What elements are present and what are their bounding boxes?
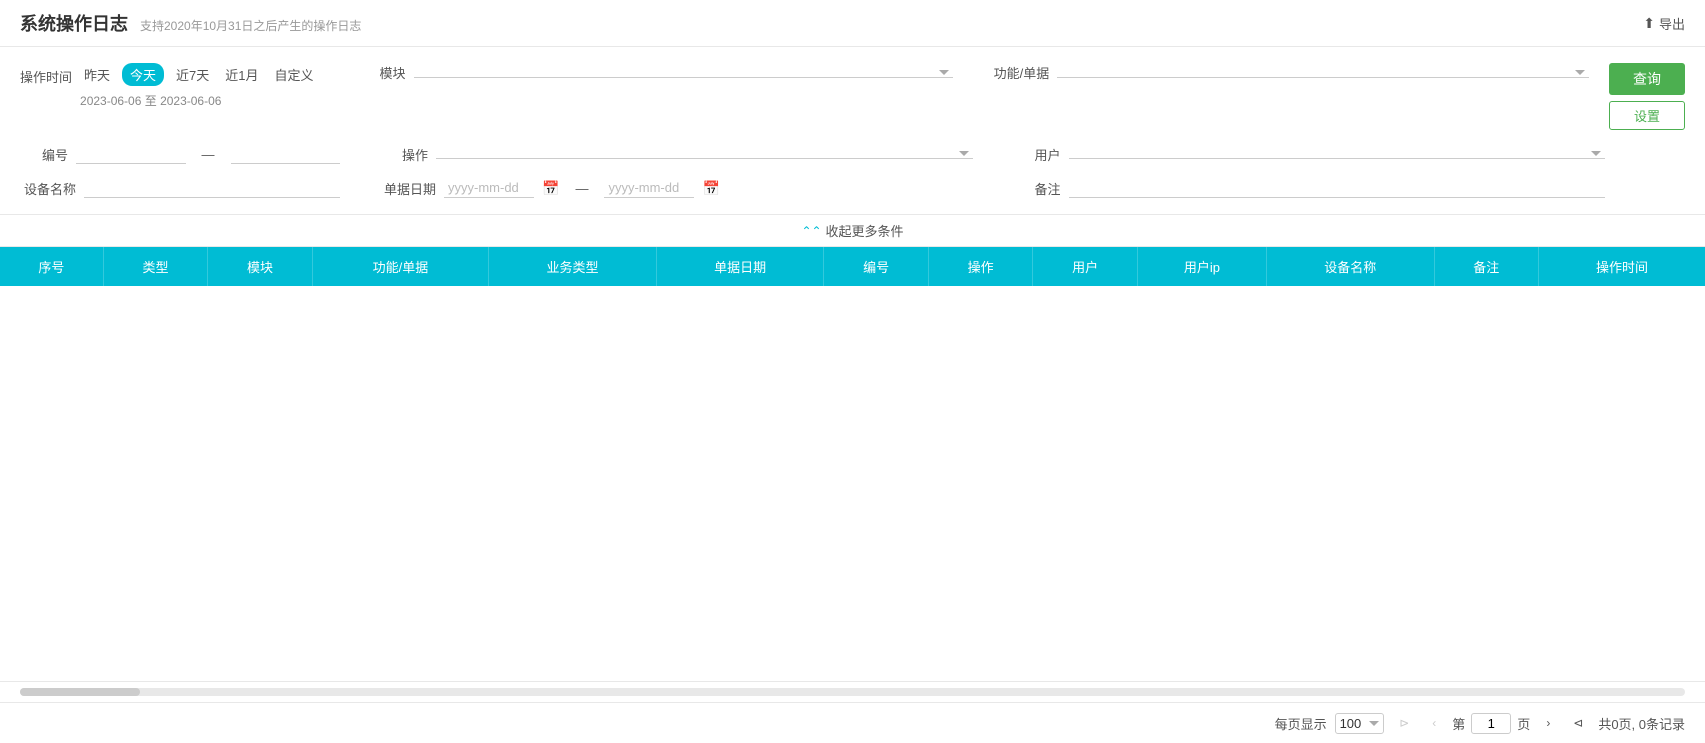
col-seq: 序号: [0, 247, 103, 286]
function-label: 功能/单据: [993, 63, 1049, 82]
operation-chevron-icon: [959, 151, 969, 156]
page-prev-button[interactable]: ‹: [1422, 711, 1446, 735]
export-icon: ⬆: [1643, 15, 1655, 32]
page-subtitle: 支持2020年10月31日之后产生的操作日志: [140, 17, 361, 34]
per-page-value: 100: [1340, 716, 1362, 731]
collapse-label: 收起更多条件: [826, 221, 904, 240]
col-type: 类型: [103, 247, 207, 286]
operation-select[interactable]: [436, 149, 973, 159]
date-to-input[interactable]: [604, 178, 694, 198]
col-voucher-date: 单据日期: [656, 247, 824, 286]
export-label: 导出: [1659, 14, 1685, 33]
per-page-chevron-icon: [1369, 721, 1379, 726]
page-last-button[interactable]: ⊲: [1566, 711, 1590, 735]
col-op-time: 操作时间: [1539, 247, 1705, 286]
code-separator: —: [202, 147, 215, 162]
function-chevron-icon: [1575, 70, 1585, 75]
col-device: 设备名称: [1266, 247, 1434, 286]
operation-label: 操作: [380, 145, 428, 164]
module-label: 模块: [358, 63, 406, 82]
settings-button[interactable]: 设置: [1609, 101, 1685, 130]
calendar-to-icon[interactable]: 📅: [702, 180, 719, 197]
col-biz-type: 业务类型: [489, 247, 657, 286]
col-remark: 备注: [1434, 247, 1538, 286]
time-label: 操作时间: [20, 67, 72, 86]
user-select[interactable]: [1069, 149, 1606, 159]
col-user: 用户: [1033, 247, 1137, 286]
per-page-select[interactable]: 100: [1335, 713, 1385, 734]
table-header-row: 序号 类型 模块 功能/单据 业务类型 单据日期 编号 操作 用户 用户ip 设…: [0, 247, 1705, 286]
export-button[interactable]: ⬆ 导出: [1643, 14, 1685, 33]
remark-label: 备注: [1013, 179, 1061, 198]
scrollbar-track[interactable]: [20, 688, 1685, 696]
time-option-7days[interactable]: 近7天: [172, 63, 213, 86]
query-button[interactable]: 查询: [1609, 63, 1685, 95]
page-next-button[interactable]: ›: [1536, 711, 1560, 735]
remark-input[interactable]: [1069, 178, 1606, 198]
code-label: 编号: [20, 145, 68, 164]
collapse-bar[interactable]: ⌃⌃ 收起更多条件: [0, 215, 1705, 247]
time-option-yesterday[interactable]: 昨天: [80, 63, 114, 86]
device-input[interactable]: [84, 178, 340, 198]
module-chevron-icon: [939, 70, 949, 75]
col-operation: 操作: [928, 247, 1032, 286]
page-label: 第: [1452, 714, 1465, 733]
page-first-button[interactable]: ⊳: [1392, 711, 1416, 735]
pagination-controls: ⊳ ‹ 第 1 页 › ⊲: [1392, 711, 1590, 735]
code-to-input[interactable]: [231, 144, 341, 164]
pagination-bar: 每页显示 100 ⊳ ‹ 第 1 页 › ⊲ 共0页, 0条记录: [0, 702, 1705, 743]
total-text: 共0页, 0条记录: [1598, 714, 1685, 733]
per-page-label: 每页显示: [1275, 714, 1327, 733]
col-function: 功能/单据: [312, 247, 488, 286]
date-from-input[interactable]: [444, 178, 534, 198]
code-from-input[interactable]: [76, 144, 186, 164]
collapse-arrow-icon: ⌃⌃: [801, 224, 821, 238]
col-code: 编号: [824, 247, 928, 286]
voucher-date-label: 单据日期: [380, 179, 436, 198]
time-option-today[interactable]: 今天: [122, 63, 164, 86]
col-user-ip: 用户ip: [1137, 247, 1266, 286]
page-number-input[interactable]: 1: [1471, 713, 1511, 734]
function-select[interactable]: [1057, 68, 1589, 78]
date-range-text: 2023-06-06 至 2023-06-06: [80, 92, 318, 109]
user-chevron-icon: [1591, 151, 1601, 156]
time-option-custom[interactable]: 自定义: [271, 63, 318, 86]
page-unit: 页: [1517, 714, 1530, 733]
data-table: 序号 类型 模块 功能/单据 业务类型 单据日期 编号 操作 用户 用户ip 设…: [0, 247, 1705, 286]
calendar-from-icon[interactable]: 📅: [542, 180, 559, 197]
page-title: 系统操作日志: [20, 10, 128, 36]
user-label: 用户: [1013, 145, 1061, 164]
time-option-1month[interactable]: 近1月: [221, 63, 262, 86]
module-select[interactable]: [414, 68, 954, 78]
table-wrapper: 序号 类型 模块 功能/单据 业务类型 单据日期 编号 操作 用户 用户ip 设…: [0, 247, 1705, 681]
device-label: 设备名称: [20, 179, 76, 198]
col-module: 模块: [208, 247, 312, 286]
empty-area: [0, 286, 1705, 666]
scrollbar-area[interactable]: [0, 681, 1705, 702]
scrollbar-thumb[interactable]: [20, 688, 140, 696]
